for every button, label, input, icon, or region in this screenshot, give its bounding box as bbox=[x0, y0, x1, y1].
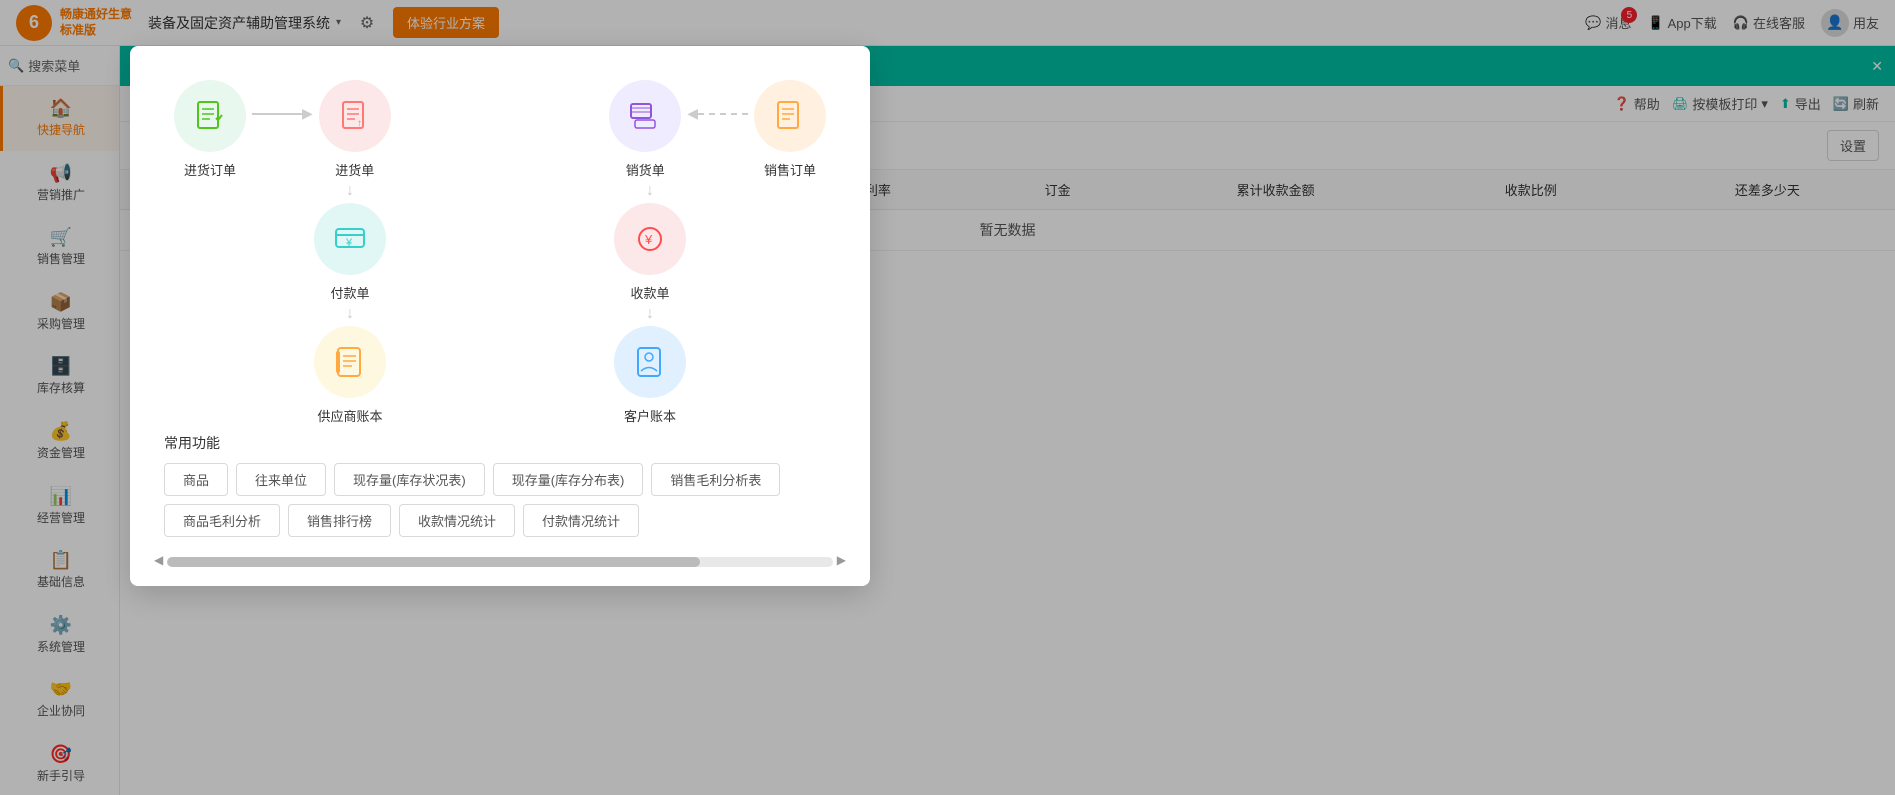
supplier-account-icon bbox=[332, 344, 368, 380]
sales-order-circle bbox=[754, 86, 826, 152]
flow-row-2: ↓ ¥ 付款单 bbox=[154, 179, 846, 302]
customer-account-label: 客户账本 bbox=[624, 406, 676, 425]
flow-node-receipt[interactable]: ¥ 收款单 bbox=[614, 203, 686, 302]
flow-node-purchase-slip[interactable]: ↑ 进货单 bbox=[319, 86, 391, 179]
func-btn-1[interactable]: 往来单位 bbox=[236, 463, 326, 496]
scrollbar-thumb bbox=[167, 557, 699, 567]
flow-col-receipt: ↓ ¥ 收款单 bbox=[614, 183, 686, 302]
purchase-slip-circle: ↑ bbox=[319, 86, 391, 152]
flow-col-supplier: ↓ bbox=[314, 306, 386, 425]
purchase-slip-label: 进货单 bbox=[335, 160, 374, 179]
down-arrow-receipt: ↓ bbox=[646, 183, 654, 199]
modal-scroll-row: ◀ ▶ bbox=[154, 547, 846, 573]
sales-order-label: 销售订单 bbox=[764, 160, 816, 179]
svg-text:¥: ¥ bbox=[345, 237, 353, 249]
sales-order-icon bbox=[772, 98, 808, 134]
flow-node-payment[interactable]: ¥ 付款单 bbox=[314, 203, 386, 302]
receipt-label: 收款单 bbox=[630, 283, 669, 302]
func-btn-5[interactable]: 商品毛利分析 bbox=[164, 504, 280, 537]
scroll-right-icon[interactable]: ▶ bbox=[837, 553, 846, 567]
flow-col-payment: ↓ ¥ 付款单 bbox=[314, 183, 386, 302]
arrow-1: ▶ bbox=[246, 105, 319, 122]
sales-slip-icon bbox=[627, 98, 663, 134]
content-area: 首页 销售订单执行表 ✕ ✕ ❓ 帮助 🖨 按模板打印 ▾ bbox=[120, 46, 1895, 795]
function-buttons-row: 商品往来单位现存量(库存状况表)现存量(库存分布表)销售毛利分析表商品毛利分析销… bbox=[164, 463, 836, 537]
func-btn-4[interactable]: 销售毛利分析表 bbox=[651, 463, 780, 496]
purchase-order-label: 进货订单 bbox=[184, 160, 236, 179]
purchase-slip-icon: ↑ bbox=[337, 98, 373, 134]
page-content: ❓ 帮助 🖨 按模板打印 ▾ ⬆ 导出 🔄 刷新 bbox=[120, 86, 1895, 795]
purchase-order-icon bbox=[192, 98, 228, 134]
func-btn-2[interactable]: 现存量(库存状况表) bbox=[334, 463, 485, 496]
modal-box: 进货订单 ▶ bbox=[130, 86, 870, 586]
func-btn-8[interactable]: 付款情况统计 bbox=[523, 504, 639, 537]
receipt-circle: ¥ bbox=[614, 203, 686, 275]
flow-col-customer: ↓ 客户账本 bbox=[614, 306, 686, 425]
flow-row-1: 进货订单 ▶ bbox=[154, 86, 846, 179]
func-btn-3[interactable]: 现存量(库存分布表) bbox=[493, 463, 644, 496]
customer-account-icon bbox=[632, 344, 668, 380]
flow-node-customer-account[interactable]: 客户账本 bbox=[614, 326, 686, 425]
func-btn-0[interactable]: 商品 bbox=[164, 463, 228, 496]
sales-slip-label: 销货单 bbox=[626, 160, 665, 179]
modal-overlay[interactable]: 进货订单 ▶ bbox=[120, 86, 1895, 795]
sales-slip-circle bbox=[609, 86, 681, 152]
down-arrow-payment: ↓ bbox=[346, 183, 354, 199]
customer-account-circle bbox=[614, 326, 686, 398]
supplier-account-label: 供应商账本 bbox=[317, 406, 382, 425]
supplier-account-circle bbox=[314, 326, 386, 398]
func-btn-7[interactable]: 收款情况统计 bbox=[399, 504, 515, 537]
common-functions-title: 常用功能 bbox=[164, 433, 836, 453]
purchase-order-circle bbox=[174, 86, 246, 152]
flow-node-purchase-order[interactable]: 进货订单 bbox=[174, 86, 246, 179]
scroll-left-icon[interactable]: ◀ bbox=[154, 553, 163, 567]
dashed-arrow-1: ◀ bbox=[681, 105, 754, 122]
svg-text:¥: ¥ bbox=[644, 232, 653, 247]
flow-node-sales-order[interactable]: 销售订单 bbox=[754, 86, 826, 179]
down-arrow-supplier: ↓ bbox=[346, 306, 354, 322]
payment-circle: ¥ bbox=[314, 203, 386, 275]
func-btn-6[interactable]: 销售排行榜 bbox=[288, 504, 391, 537]
payment-label: 付款单 bbox=[330, 283, 369, 302]
flow-node-supplier-account[interactable]: 供应商账本 bbox=[314, 326, 386, 425]
main-layout: 🔍 搜索菜单 🏠 快捷导航 📢 营销推广 🛒 销售管理 📦 采购管理 🗄️ 库存… bbox=[0, 46, 1895, 795]
modal-scrollbar[interactable] bbox=[167, 557, 833, 567]
flow-row-3: ↓ bbox=[154, 302, 846, 425]
flow-node-sales-slip[interactable]: 销货单 bbox=[609, 86, 681, 179]
receipt-icon: ¥ bbox=[632, 221, 668, 257]
common-functions: 常用功能 商品往来单位现存量(库存状况表)现存量(库存分布表)销售毛利分析表商品… bbox=[154, 425, 846, 547]
svg-text:↑: ↑ bbox=[357, 118, 362, 129]
down-arrow-customer: ↓ bbox=[646, 306, 654, 322]
payment-icon: ¥ bbox=[332, 221, 368, 257]
